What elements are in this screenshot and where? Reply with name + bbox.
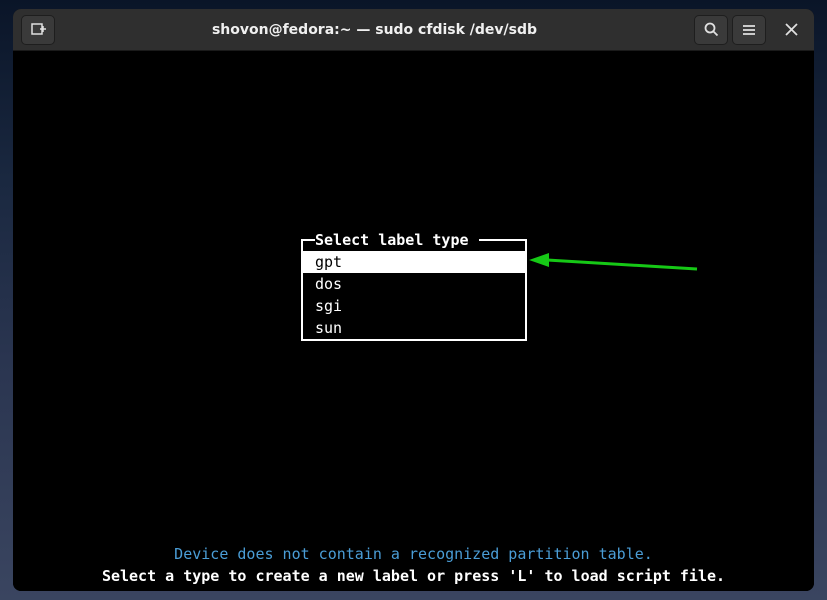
menu-button[interactable]	[732, 15, 766, 45]
search-button[interactable]	[694, 15, 728, 45]
label-option-sun[interactable]: sun	[303, 317, 525, 339]
new-tab-icon	[30, 22, 46, 38]
label-type-dialog: Select label type gpt dos sgi sun	[301, 229, 527, 341]
label-option-sgi[interactable]: sgi	[303, 295, 525, 317]
status-help: Select a type to create a new label or p…	[13, 565, 814, 587]
dialog-title-row: Select label type	[301, 229, 527, 251]
hamburger-icon	[742, 23, 756, 37]
dialog-title: Select label type	[315, 229, 469, 251]
label-option-gpt[interactable]: gpt	[303, 251, 525, 273]
annotation-arrow	[529, 245, 699, 281]
terminal-content[interactable]: Select label type gpt dos sgi sun Device…	[13, 51, 814, 591]
terminal-window: shovon@fedora:~ — sudo cfdisk /dev/sdb	[13, 9, 814, 591]
new-tab-button[interactable]	[21, 15, 55, 45]
status-area: Device does not contain a recognized par…	[13, 543, 814, 587]
close-icon	[785, 23, 798, 36]
close-button[interactable]	[774, 15, 808, 45]
search-icon	[704, 22, 719, 37]
dialog-body: gpt dos sgi sun	[301, 251, 527, 341]
label-option-dos[interactable]: dos	[303, 273, 525, 295]
status-warning: Device does not contain a recognized par…	[13, 543, 814, 565]
titlebar-right	[692, 15, 808, 45]
titlebar: shovon@fedora:~ — sudo cfdisk /dev/sdb	[13, 9, 814, 51]
window-title: shovon@fedora:~ — sudo cfdisk /dev/sdb	[57, 22, 692, 38]
